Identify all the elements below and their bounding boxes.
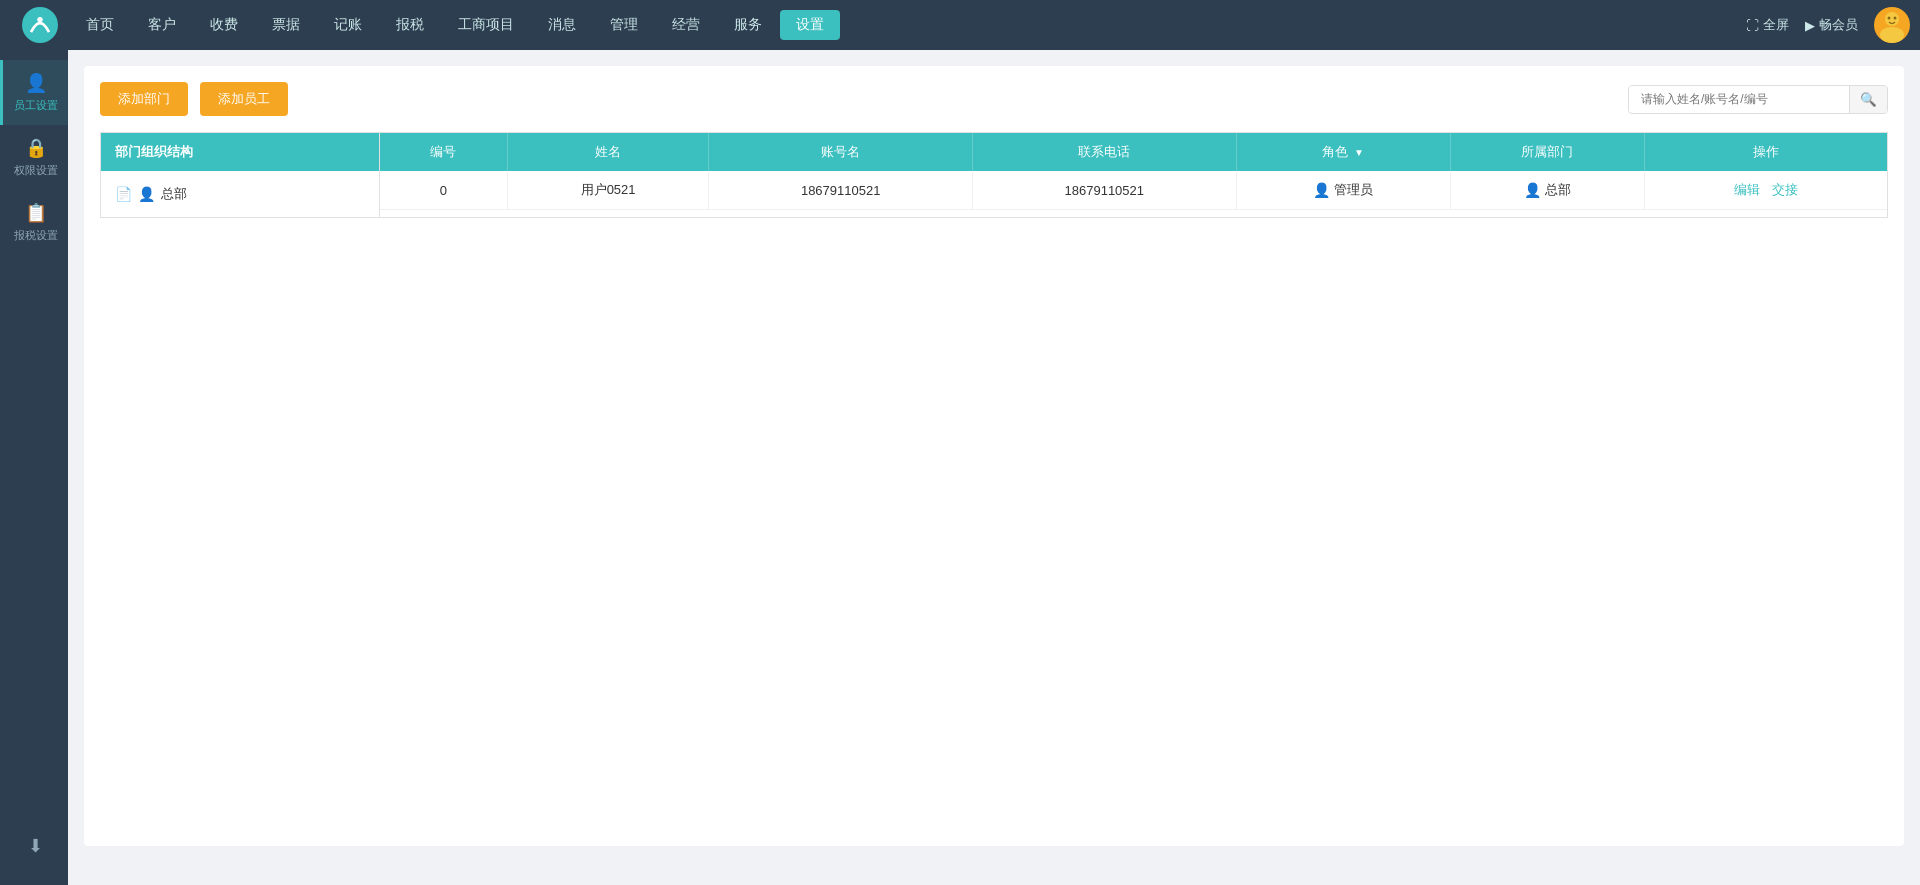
- transfer-button[interactable]: 交接: [1772, 182, 1798, 197]
- search-area: 🔍: [1628, 85, 1888, 114]
- sidebar-item-tax[interactable]: 📋 报税设置: [0, 190, 68, 255]
- nav-item-经营[interactable]: 经营: [656, 10, 716, 40]
- svg-point-4: [1888, 17, 1891, 20]
- dept-cell-label: 总部: [1545, 181, 1571, 199]
- fullscreen-label: 全屏: [1763, 16, 1789, 34]
- table-row: 0 用户0521 18679110521 18679110521 👤 管理员: [380, 171, 1887, 210]
- add-dept-button[interactable]: 添加部门: [100, 82, 188, 116]
- filter-icon: ▼: [1354, 147, 1364, 158]
- nav-item-报税[interactable]: 报税: [380, 10, 440, 40]
- dept-tree: 部门组织结构 📄 👤 总部: [100, 132, 380, 218]
- logo: [10, 7, 70, 43]
- dept-item-general[interactable]: 📄 👤 总部: [115, 181, 365, 207]
- nav-item-工商项目[interactable]: 工商项目: [442, 10, 530, 40]
- svg-point-3: [1880, 27, 1904, 43]
- nav-item-客户[interactable]: 客户: [132, 10, 192, 40]
- role-label: 管理员: [1334, 181, 1373, 199]
- cell-dept: 👤 总部: [1450, 171, 1644, 210]
- cell-id: 0: [380, 171, 507, 210]
- nav-item-记账[interactable]: 记账: [318, 10, 378, 40]
- search-button[interactable]: 🔍: [1849, 86, 1887, 113]
- content-card: 添加部门 添加员工 🔍 部门组织结构 📄 👤 总部: [84, 66, 1904, 846]
- download-icon: ⬇: [28, 835, 43, 857]
- svg-point-1: [37, 17, 42, 22]
- employee-table: 编号 姓名 账号名 联系电话 角色 ▼ 所属部门 操作 0 用户0521: [380, 132, 1888, 218]
- role-user-icon: 👤: [1313, 182, 1330, 198]
- dept-user-icon: 👤: [138, 186, 155, 202]
- vip-icon: ▶: [1805, 18, 1815, 33]
- fullscreen-icon: ⛶: [1746, 18, 1759, 33]
- sidebar-bottom: ⬇: [21, 823, 47, 869]
- cell-phone: 18679110521: [972, 171, 1236, 210]
- dept-name: 总部: [161, 185, 187, 203]
- col-account: 账号名: [709, 133, 973, 171]
- sidebar-item-employee-label: 员工设置: [14, 98, 58, 113]
- sidebar-item-tax-label: 报税设置: [14, 228, 58, 243]
- col-dept: 所属部门: [1450, 133, 1644, 171]
- vip-label: 畅会员: [1819, 16, 1858, 34]
- col-actions: 操作: [1645, 133, 1887, 171]
- svg-point-0: [22, 7, 58, 43]
- nav-item-票据[interactable]: 票据: [256, 10, 316, 40]
- nav-item-设置[interactable]: 设置: [780, 10, 840, 40]
- nav-item-服务[interactable]: 服务: [718, 10, 778, 40]
- table-layout: 部门组织结构 📄 👤 总部 编号 姓名 账号名: [100, 132, 1888, 218]
- vip-button[interactable]: ▶ 畅会员: [1805, 16, 1858, 34]
- col-phone: 联系电话: [972, 133, 1236, 171]
- cell-actions: 编辑 交接: [1645, 171, 1887, 210]
- dept-tree-header: 部门组织结构: [101, 133, 379, 171]
- dept-tree-body: 📄 👤 总部: [101, 171, 379, 217]
- edit-button[interactable]: 编辑: [1734, 182, 1760, 197]
- dept-file-icon: 📄: [115, 186, 132, 202]
- cell-account: 18679110521: [709, 171, 973, 210]
- sidebar-item-permission-label: 权限设置: [14, 163, 58, 178]
- main-content: 添加部门 添加员工 🔍 部门组织结构 📄 👤 总部: [68, 50, 1920, 885]
- col-id: 编号: [380, 133, 507, 171]
- table-body: 0 用户0521 18679110521 18679110521 👤 管理员: [380, 171, 1887, 210]
- employee-icon: 👤: [25, 72, 47, 94]
- sidebar-download-button[interactable]: ⬇: [21, 823, 47, 869]
- cell-name: 用户0521: [507, 171, 709, 210]
- search-icon: 🔍: [1860, 92, 1877, 107]
- search-input[interactable]: [1629, 86, 1849, 112]
- cell-role: 👤 管理员: [1236, 171, 1450, 210]
- add-employee-button[interactable]: 添加员工: [200, 82, 288, 116]
- nav-right: ⛶ 全屏 ▶ 畅会员: [1746, 7, 1910, 43]
- avatar[interactable]: [1874, 7, 1910, 43]
- sidebar: 👤 员工设置 🔒 权限设置 📋 报税设置 ⬇: [0, 50, 68, 885]
- tax-icon: 📋: [25, 202, 47, 224]
- employee-data-table: 编号 姓名 账号名 联系电话 角色 ▼ 所属部门 操作 0 用户0521: [380, 133, 1887, 210]
- dept-cell-user-icon: 👤: [1524, 182, 1541, 198]
- sidebar-item-permission[interactable]: 🔒 权限设置: [0, 125, 68, 190]
- permission-icon: 🔒: [25, 137, 47, 159]
- nav-item-消息[interactable]: 消息: [532, 10, 592, 40]
- nav-items: 首页客户收费票据记账报税工商项目消息管理经营服务设置: [70, 10, 1746, 40]
- top-nav: 首页客户收费票据记账报税工商项目消息管理经营服务设置 ⛶ 全屏 ▶ 畅会员: [0, 0, 1920, 50]
- sidebar-item-employee[interactable]: 👤 员工设置: [0, 60, 68, 125]
- col-name: 姓名: [507, 133, 709, 171]
- toolbar: 添加部门 添加员工 🔍: [100, 82, 1888, 116]
- fullscreen-button[interactable]: ⛶ 全屏: [1746, 16, 1789, 34]
- table-header: 编号 姓名 账号名 联系电话 角色 ▼ 所属部门 操作: [380, 133, 1887, 171]
- table-header-row: 编号 姓名 账号名 联系电话 角色 ▼ 所属部门 操作: [380, 133, 1887, 171]
- nav-item-管理[interactable]: 管理: [594, 10, 654, 40]
- svg-point-5: [1894, 17, 1897, 20]
- nav-item-首页[interactable]: 首页: [70, 10, 130, 40]
- col-role[interactable]: 角色 ▼: [1236, 133, 1450, 171]
- nav-item-收费[interactable]: 收费: [194, 10, 254, 40]
